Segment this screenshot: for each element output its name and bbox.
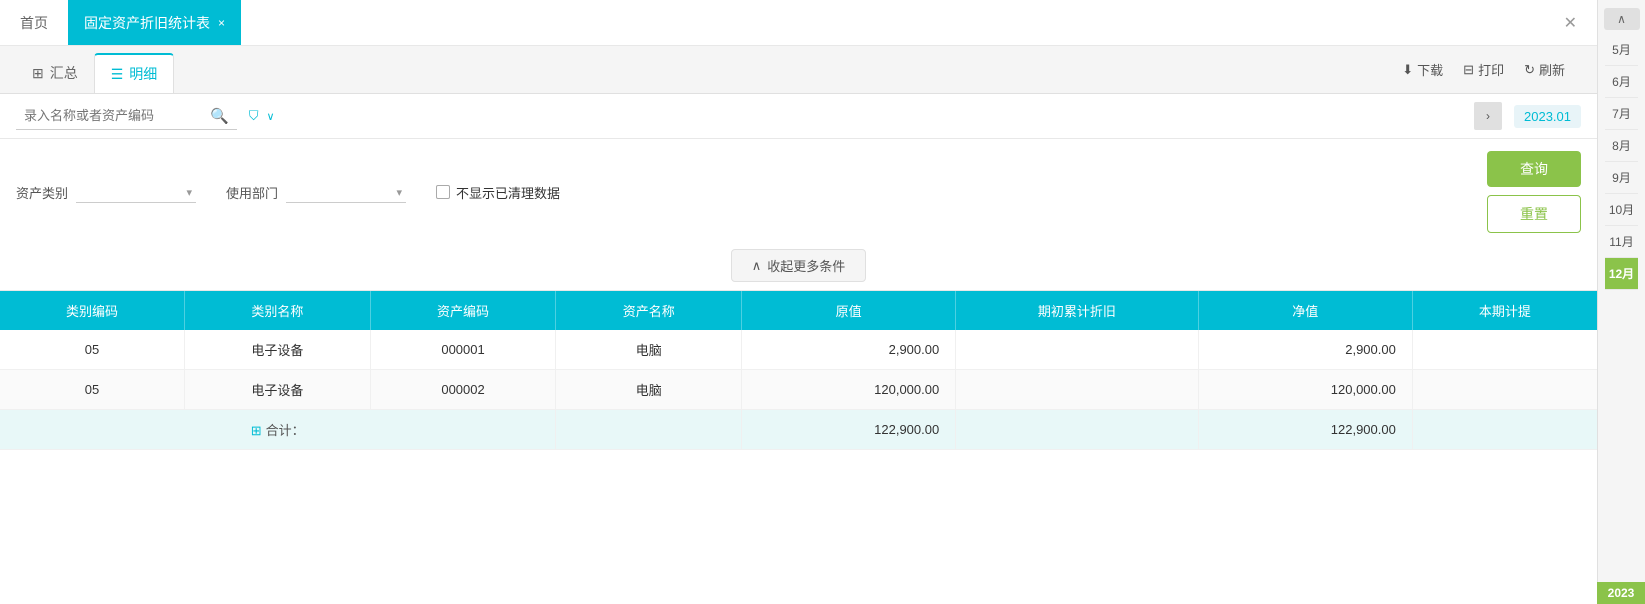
search-bar: 🔍 ⛉ ∨ › 2023.01 [0, 94, 1597, 139]
col-header-accum-depr: 期初累计折旧 [956, 291, 1198, 330]
asset-category-select[interactable] [76, 181, 196, 203]
print-label: 打印 [1478, 60, 1504, 79]
download-label: 下载 [1417, 60, 1443, 79]
search-input-wrap: 🔍 [16, 103, 237, 130]
chevron-down-icon: ∨ [266, 110, 274, 123]
reset-button[interactable]: 重置 [1487, 195, 1581, 233]
cell-original: 120,000.00 [742, 370, 956, 410]
summary-net-value: 122,900.00 [1198, 410, 1412, 450]
department-label: 使用部门 [226, 183, 278, 202]
cell-accum-depr [956, 330, 1198, 370]
department-select[interactable] [286, 181, 406, 203]
month-item[interactable]: 8月 [1605, 130, 1638, 162]
table-row: 05 电子设备 000002 电脑 120,000.00 120,000.00 [0, 370, 1597, 410]
month-item[interactable]: 11月 [1605, 226, 1638, 258]
asset-category-filter: 资产类别 [16, 181, 196, 203]
search-icon[interactable]: 🔍 [210, 107, 229, 125]
summary-current-depr [1412, 410, 1597, 450]
cell-cat-name: 电子设备 [185, 330, 371, 370]
print-icon: ⊟ [1463, 62, 1474, 78]
collapse-label: 收起更多条件 [767, 256, 845, 275]
scroll-up-button[interactable]: ∧ [1604, 8, 1640, 30]
collapse-icon: ∧ [752, 258, 762, 274]
summary-icon-label: ⊞合计： [0, 410, 556, 450]
filter-icon: ⛉ [249, 108, 259, 124]
asset-category-label: 资产类别 [16, 183, 68, 202]
detail-tab-label: 明细 [129, 64, 157, 84]
summary-row: ⊞合计： 122,900.00 122,900.00 [0, 410, 1597, 450]
btn-group: 查询 重置 [1487, 151, 1581, 233]
hide-cleared-label: 不显示已清理数据 [456, 183, 560, 202]
table-wrap: 类别编码 类别名称 资产编码 资产名称 原值 期初累计折旧 净值 本期计提 05… [0, 291, 1597, 604]
refresh-label: 刷新 [1539, 60, 1565, 79]
filter-row: 资产类别 使用部门 不显示已清理数据 [16, 151, 1581, 233]
col-header-asset-name: 资产名称 [556, 291, 742, 330]
cell-cat-name: 电子设备 [185, 370, 371, 410]
month-item[interactable]: 7月 [1605, 98, 1638, 130]
search-input[interactable] [24, 108, 204, 123]
detail-tab-icon: ☰ [111, 66, 124, 83]
top-nav: 首页 固定资产折旧统计表 × ✕ [0, 0, 1597, 46]
collapse-button[interactable]: ∧ 收起更多条件 [731, 249, 867, 282]
cell-asset-code: 000001 [370, 330, 556, 370]
cell-cat-code: 05 [0, 330, 185, 370]
month-item[interactable]: 9月 [1605, 162, 1638, 194]
year-badge: 2023 [1597, 582, 1645, 604]
month-item[interactable]: 6月 [1605, 66, 1638, 98]
col-header-original: 原值 [742, 291, 956, 330]
hide-cleared-checkbox[interactable]: 不显示已清理数据 [436, 183, 560, 202]
department-select-wrap [286, 181, 406, 203]
refresh-icon: ↻ [1524, 62, 1535, 78]
cell-asset-name: 电脑 [556, 370, 742, 410]
download-icon: ⬇ [1402, 62, 1413, 78]
refresh-button[interactable]: ↻ 刷新 [1524, 60, 1565, 79]
col-header-current-depr: 本期计提 [1412, 291, 1597, 330]
date-badge: 2023.01 [1514, 105, 1581, 128]
cell-current-depr [1412, 330, 1597, 370]
filter-area: 资产类别 使用部门 不显示已清理数据 [0, 139, 1597, 291]
cell-net-value: 2,900.00 [1198, 330, 1412, 370]
col-header-category-code: 类别编码 [0, 291, 185, 330]
cell-cat-code: 05 [0, 370, 185, 410]
toolbar-right: ⬇ 下载 ⊟ 打印 ↻ 刷新 [1402, 46, 1581, 93]
nav-home[interactable]: 首页 [0, 0, 68, 45]
download-button[interactable]: ⬇ 下载 [1402, 60, 1443, 79]
nav-tab-close-icon[interactable]: × [218, 16, 225, 30]
table-header-row: 类别编码 类别名称 资产编码 资产名称 原值 期初累计折旧 净值 本期计提 [0, 291, 1597, 330]
sub-tabs: ⊞ 汇总 ☰ 明细 ⬇ 下载 ⊟ 打印 ↻ 刷新 [0, 46, 1597, 94]
cell-net-value: 120,000.00 [1198, 370, 1412, 410]
month-item[interactable]: 10月 [1605, 194, 1638, 226]
summary-original: 122,900.00 [742, 410, 956, 450]
nav-tab-label: 固定资产折旧统计表 [84, 13, 210, 33]
checkbox-box[interactable] [436, 185, 450, 199]
window-close-button[interactable]: ✕ [1544, 0, 1597, 45]
col-header-asset-code: 资产编码 [370, 291, 556, 330]
table-row: 05 电子设备 000001 电脑 2,900.00 2,900.00 [0, 330, 1597, 370]
asset-category-select-wrap [76, 181, 196, 203]
summary-tab-icon: ⊞ [32, 65, 44, 82]
right-panel: ∧ 5月6月7月8月9月10月11月12月 2023 [1597, 0, 1645, 604]
cell-original: 2,900.00 [742, 330, 956, 370]
summary-accum-depr [956, 410, 1198, 450]
cell-accum-depr [956, 370, 1198, 410]
tab-summary[interactable]: ⊞ 汇总 [16, 53, 94, 93]
query-button[interactable]: 查询 [1487, 151, 1581, 187]
cell-asset-name: 电脑 [556, 330, 742, 370]
col-header-category-name: 类别名称 [185, 291, 371, 330]
summary-tab-label: 汇总 [50, 63, 78, 83]
department-filter: 使用部门 [226, 181, 406, 203]
print-button[interactable]: ⊟ 打印 [1463, 60, 1504, 79]
tab-detail[interactable]: ☰ 明细 [94, 53, 175, 93]
month-item[interactable]: 12月 [1605, 258, 1638, 290]
more-conditions-button[interactable]: ⛉ ∨ [249, 108, 275, 124]
cell-asset-code: 000002 [370, 370, 556, 410]
nav-arrow-right[interactable]: › [1474, 102, 1502, 130]
cell-current-depr [1412, 370, 1597, 410]
data-table: 类别编码 类别名称 资产编码 资产名称 原值 期初累计折旧 净值 本期计提 05… [0, 291, 1597, 450]
summary-empty-name [556, 410, 742, 450]
col-header-net-value: 净值 [1198, 291, 1412, 330]
nav-tab-fixed-assets[interactable]: 固定资产折旧统计表 × [68, 0, 241, 45]
month-item[interactable]: 5月 [1605, 34, 1638, 66]
